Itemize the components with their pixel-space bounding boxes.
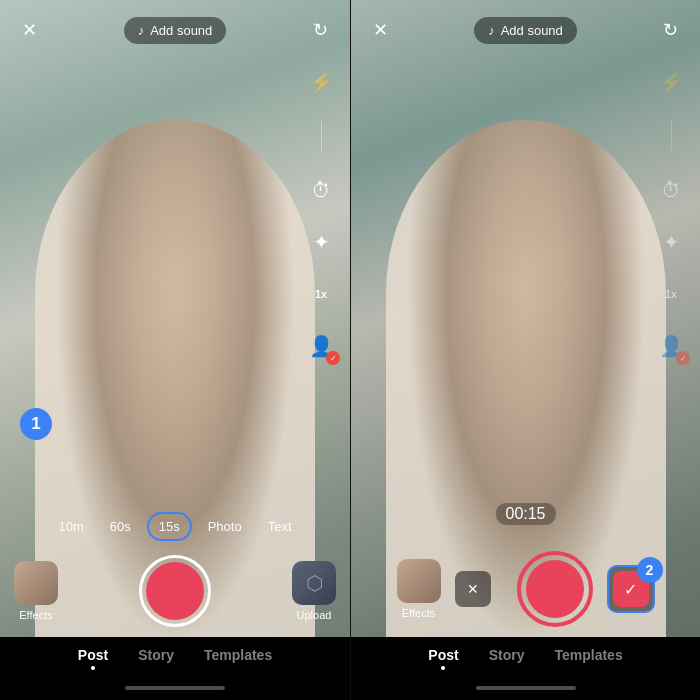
home-indicator-2 bbox=[351, 676, 700, 700]
upload-thumbnail: ⬡ bbox=[292, 561, 336, 605]
mode-photo[interactable]: Photo bbox=[198, 514, 252, 539]
mode-10m[interactable]: 10m bbox=[48, 514, 93, 539]
record-button[interactable] bbox=[139, 555, 211, 627]
timer-icon: ⏱ bbox=[311, 179, 331, 202]
record-button-inner-2 bbox=[526, 560, 584, 618]
tab-templates[interactable]: Templates bbox=[204, 647, 272, 670]
upload-label: Upload bbox=[297, 609, 332, 621]
refresh-icon: ↻ bbox=[313, 19, 328, 41]
tab-templates-2[interactable]: Templates bbox=[554, 647, 622, 670]
tab-post[interactable]: Post bbox=[78, 647, 108, 670]
music-icon: ♪ bbox=[138, 23, 145, 38]
timer-button-2[interactable]: ⏱ bbox=[654, 173, 688, 207]
check-badge-2 bbox=[676, 351, 690, 365]
record-row-2: Effects ✕ 2 ✓ bbox=[351, 537, 700, 637]
check-badge bbox=[326, 351, 340, 365]
top-bar: ✕ ♪ Add sound ↻ bbox=[0, 0, 350, 60]
tab-post-2[interactable]: Post bbox=[428, 647, 458, 670]
upload-icon: ⬡ bbox=[306, 571, 323, 595]
record-button-2[interactable] bbox=[517, 551, 593, 627]
mode-text[interactable]: Text bbox=[258, 514, 302, 539]
add-sound-button[interactable]: ♪ Add sound bbox=[124, 17, 227, 44]
close-button[interactable]: ✕ bbox=[14, 15, 44, 45]
close-button-2[interactable]: ✕ bbox=[365, 15, 395, 45]
divider-2 bbox=[671, 121, 672, 151]
sparkle-icon: ✦ bbox=[313, 230, 330, 254]
tab-story-2[interactable]: Story bbox=[489, 647, 525, 670]
step-badge-1: 1 bbox=[20, 408, 52, 440]
effects-toggle-button-2[interactable]: ✦ bbox=[654, 225, 688, 259]
timer-icon-2: ⏱ bbox=[661, 179, 681, 202]
home-indicator bbox=[0, 676, 350, 700]
nav-tabs-2: Post Story Templates bbox=[351, 637, 700, 676]
bottom-controls: 10m 60s 15s Photo Text Effects bbox=[0, 504, 350, 700]
bottom-controls-2: Effects ✕ 2 ✓ Post bbox=[351, 537, 700, 700]
home-bar-2 bbox=[476, 686, 576, 690]
align-button[interactable]: 👤 bbox=[304, 329, 338, 363]
music-icon-2: ♪ bbox=[488, 23, 495, 38]
effects-label: Effects bbox=[19, 609, 52, 621]
align-button-2[interactable]: 👤 bbox=[654, 329, 688, 363]
effects-thumbnail-2 bbox=[397, 559, 441, 603]
mode-selector-row: 10m 60s 15s Photo Text bbox=[0, 504, 350, 549]
panel-1: ✕ ♪ Add sound ↻ ⚡ ⏱ ✦ 1x 👤 1 bbox=[0, 0, 350, 700]
right-toolbar-2: ⚡ ⏱ ✦ 1x 👤 bbox=[654, 65, 688, 363]
flash-button-2[interactable]: ⚡ bbox=[654, 65, 688, 99]
panel-2: ✕ ♪ Add sound ↻ ⚡ ⏱ ✦ 1x 👤 00:15 bbox=[350, 0, 700, 700]
refresh-button-2[interactable]: ↻ bbox=[656, 15, 686, 45]
step-badge-2: 2 bbox=[637, 557, 663, 583]
confirm-icon: ✓ bbox=[624, 580, 637, 599]
speed-button-2[interactable]: 1x bbox=[654, 277, 688, 311]
timer-button[interactable]: ⏱ bbox=[304, 173, 338, 207]
record-row: Effects ⬡ Upload bbox=[0, 549, 350, 637]
effects-thumbnail bbox=[14, 561, 58, 605]
effects-label-2: Effects bbox=[402, 607, 435, 619]
home-bar bbox=[125, 686, 225, 690]
flash-button[interactable]: ⚡ bbox=[304, 65, 338, 99]
flash-icon: ⚡ bbox=[309, 70, 334, 94]
effects-button-2[interactable]: Effects bbox=[397, 559, 441, 619]
tab-story[interactable]: Story bbox=[138, 647, 174, 670]
mode-60s[interactable]: 60s bbox=[100, 514, 141, 539]
sparkle-icon-2: ✦ bbox=[663, 230, 680, 254]
divider bbox=[321, 121, 322, 151]
speed-button[interactable]: 1x bbox=[304, 277, 338, 311]
confirm-record-button[interactable]: 2 ✓ bbox=[607, 565, 655, 613]
cancel-record-button[interactable]: ✕ bbox=[455, 571, 491, 607]
refresh-button[interactable]: ↻ bbox=[306, 15, 336, 45]
record-button-inner bbox=[146, 562, 204, 620]
refresh-icon-2: ↻ bbox=[663, 19, 678, 41]
active-tab-indicator bbox=[91, 666, 95, 670]
effects-button[interactable]: Effects bbox=[14, 561, 58, 621]
top-bar-2: ✕ ♪ Add sound ↻ bbox=[351, 0, 700, 60]
effects-toggle-button[interactable]: ✦ bbox=[304, 225, 338, 259]
recording-timer: 00:15 bbox=[495, 503, 555, 525]
right-toolbar: ⚡ ⏱ ✦ 1x 👤 bbox=[304, 65, 338, 363]
active-tab-indicator-2 bbox=[441, 666, 445, 670]
add-sound-button-2[interactable]: ♪ Add sound bbox=[474, 17, 577, 44]
upload-button[interactable]: ⬡ Upload bbox=[292, 561, 336, 621]
nav-tabs: Post Story Templates bbox=[0, 637, 350, 676]
flash-icon-2: ⚡ bbox=[659, 70, 684, 94]
mode-15s[interactable]: 15s bbox=[147, 512, 192, 541]
speed-icon: 1x bbox=[315, 288, 327, 300]
speed-icon-2: 1x bbox=[665, 288, 677, 300]
cancel-icon: ✕ bbox=[467, 581, 479, 597]
